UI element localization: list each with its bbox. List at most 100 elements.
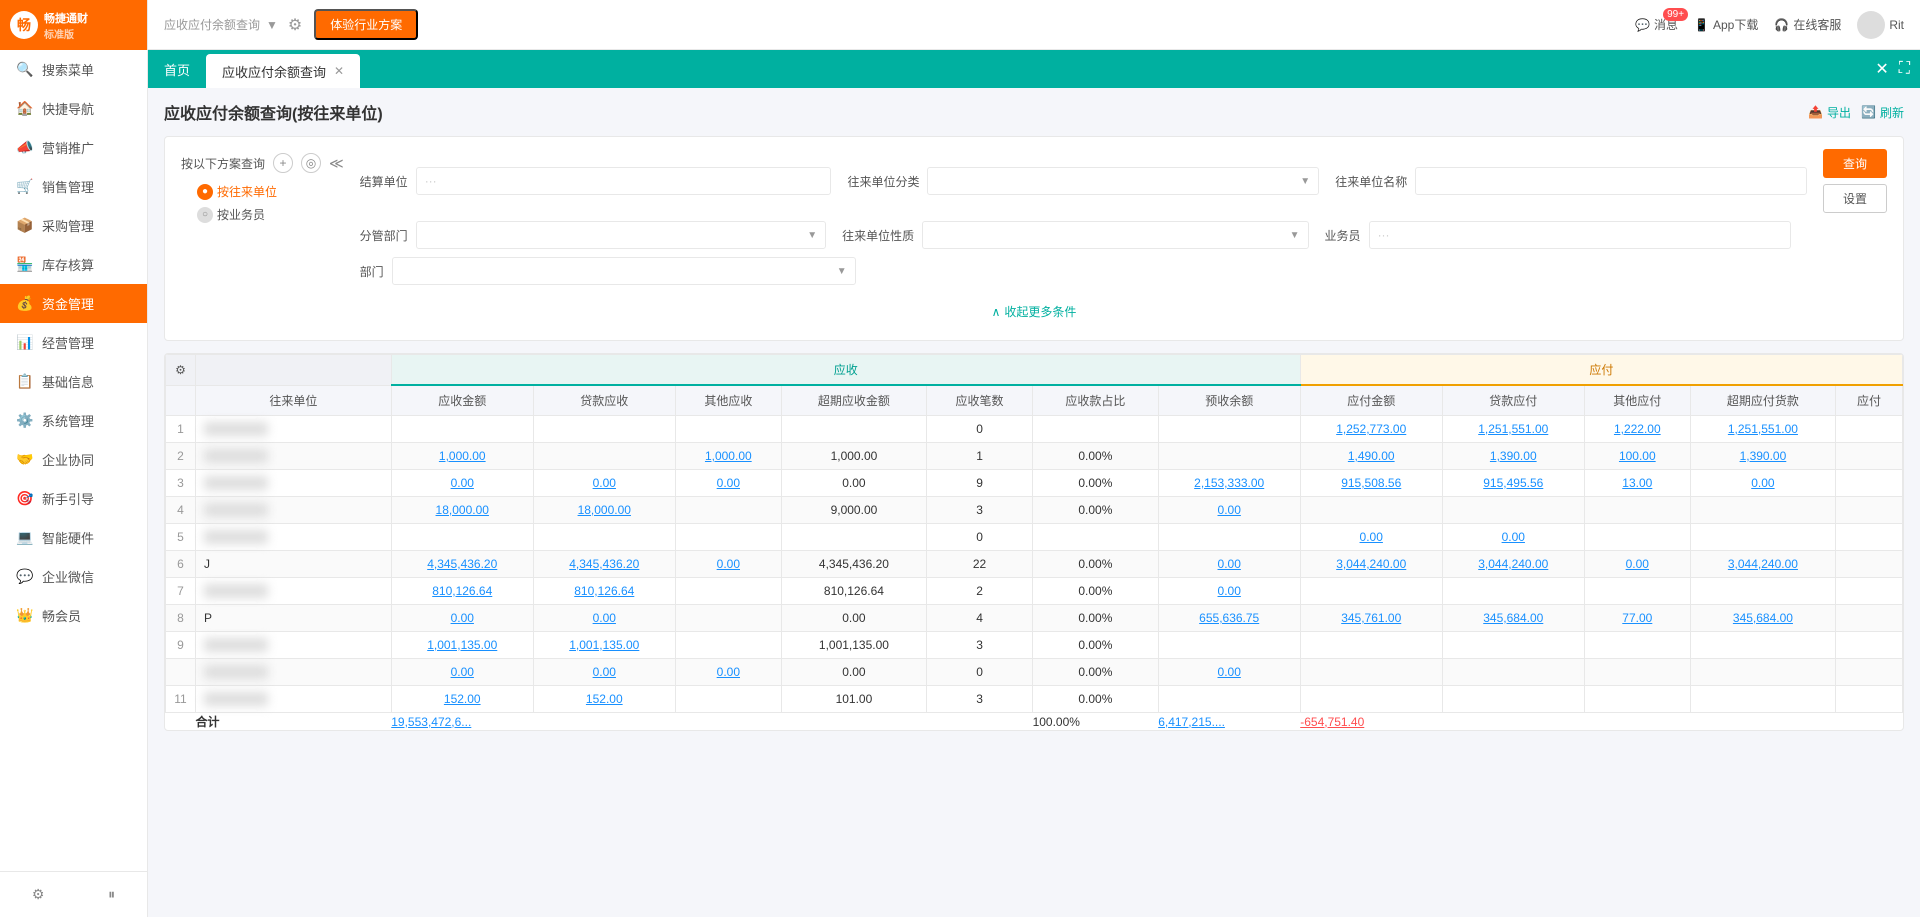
promo-button[interactable]: 体验行业方案 [314, 9, 418, 40]
table-cell[interactable]: 0.00 [533, 605, 675, 632]
table-cell[interactable]: 0.00 [1300, 524, 1442, 551]
table-cell[interactable]: 100.00 [1584, 443, 1690, 470]
settings-bottom-icon[interactable]: ⚙ [26, 880, 51, 909]
breadcrumb-dropdown-icon[interactable]: ▼ [266, 18, 278, 32]
table-cell[interactable]: 4,345,436.20 [391, 551, 533, 578]
table-cell[interactable]: 345,761.00 [1300, 605, 1442, 632]
table-cell[interactable]: 0.00 [1442, 524, 1584, 551]
table-cell[interactable]: 915,495.56 [1442, 470, 1584, 497]
sidebar-item-inventory[interactable]: 🏪 库存核算 [0, 245, 147, 284]
table-cell[interactable]: 1,222.00 [1584, 416, 1690, 443]
refresh-button[interactable]: 🔄 刷新 [1861, 104, 1904, 121]
table-cell[interactable]: 1,001,135.00 [533, 632, 675, 659]
filter-add-button[interactable]: + [273, 153, 293, 173]
table-cell[interactable]: 1,252,773.00 [1300, 416, 1442, 443]
table-cell[interactable]: 0.00 [675, 470, 781, 497]
sidebar-item-hardware[interactable]: 💻 智能硬件 [0, 518, 147, 557]
table-cell[interactable]: 0.00 [533, 659, 675, 686]
sidebar-item-purchase[interactable]: 📦 采购管理 [0, 206, 147, 245]
export-button[interactable]: 📤 导出 [1808, 104, 1851, 121]
settings-icon[interactable]: ⚙ [288, 15, 302, 35]
wanglai-category-select[interactable]: ▼ [927, 167, 1319, 195]
close-window-icon[interactable]: ✕ [1875, 59, 1888, 79]
scheme-yewuyuan[interactable]: ○ 按业务员 [197, 206, 344, 223]
table-cell[interactable]: 3,044,240.00 [1690, 551, 1835, 578]
fenguan-select[interactable]: ▼ [416, 221, 826, 249]
sidebar-item-member[interactable]: 👑 畅会员 [0, 596, 147, 635]
sidebar-item-quicknav[interactable]: 🏠 快捷导航 [0, 89, 147, 128]
total-yingfu[interactable]: -654,751.40 [1300, 713, 1442, 731]
sidebar-item-guide[interactable]: 🎯 新手引导 [0, 479, 147, 518]
table-cell[interactable]: 3,044,240.00 [1300, 551, 1442, 578]
sidebar-item-system[interactable]: ⚙️ 系统管理 [0, 401, 147, 440]
wanglai-nature-select[interactable]: ▼ [922, 221, 1308, 249]
table-cell[interactable]: 1,390.00 [1442, 443, 1584, 470]
filter-scheme-button[interactable]: ◎ [301, 153, 321, 173]
table-cell[interactable]: 0.00 [1158, 578, 1300, 605]
sidebar-item-basic[interactable]: 📋 基础信息 [0, 362, 147, 401]
table-cell[interactable]: 0.00 [675, 551, 781, 578]
table-cell[interactable]: 810,126.64 [391, 578, 533, 605]
wanglai-name-input[interactable] [1415, 167, 1807, 195]
table-cell[interactable]: 1,000.00 [391, 443, 533, 470]
table-cell[interactable]: 1,490.00 [1300, 443, 1442, 470]
sidebar-item-enterprise[interactable]: 🤝 企业协同 [0, 440, 147, 479]
table-cell[interactable]: 1,251,551.00 [1690, 416, 1835, 443]
sidebar-item-operation[interactable]: 📊 经营管理 [0, 323, 147, 362]
app-download-button[interactable]: 📱 App下载 [1694, 16, 1758, 33]
table-cell[interactable]: 915,508.56 [1300, 470, 1442, 497]
sidebar-item-sales[interactable]: 🛒 销售管理 [0, 167, 147, 206]
table-cell[interactable]: 3,044,240.00 [1442, 551, 1584, 578]
yewu-input[interactable]: ··· [1369, 221, 1791, 249]
table-cell[interactable]: 4,345,436.20 [533, 551, 675, 578]
table-settings-icon[interactable]: ⚙ [175, 363, 186, 377]
table-cell[interactable]: 152.00 [391, 686, 533, 713]
jiesuan-input[interactable]: ··· [416, 167, 832, 195]
table-cell[interactable]: 0.00 [391, 605, 533, 632]
table-cell[interactable]: 0.00 [1158, 551, 1300, 578]
table-cell[interactable]: 1,251,551.00 [1442, 416, 1584, 443]
table-cell[interactable]: 2,153,333.00 [1158, 470, 1300, 497]
query-button[interactable]: 查询 [1823, 149, 1887, 178]
messages-button[interactable]: 💬 消息 99+ [1635, 16, 1678, 33]
set-button[interactable]: 设置 [1823, 184, 1887, 213]
tab-balance[interactable]: 应收应付余额查询 ✕ [206, 54, 360, 88]
table-cell[interactable]: 0.00 [533, 470, 675, 497]
table-cell[interactable]: 810,126.64 [533, 578, 675, 605]
collapse-sidebar-icon[interactable]: ⏸ [102, 880, 121, 909]
table-cell[interactable]: 13.00 [1584, 470, 1690, 497]
dept-select[interactable]: ▼ [392, 257, 856, 285]
table-cell[interactable]: 18,000.00 [391, 497, 533, 524]
table-cell[interactable]: 1,000.00 [675, 443, 781, 470]
collapse-more-button[interactable]: ∧ 收起更多条件 [181, 295, 1887, 328]
maximize-icon[interactable]: ⛶ [1899, 60, 1910, 78]
sidebar-item-finance[interactable]: 💰 资金管理 [0, 284, 147, 323]
tab-home[interactable]: 首页 [148, 50, 206, 88]
table-cell[interactable]: 18,000.00 [533, 497, 675, 524]
table-cell[interactable]: 77.00 [1584, 605, 1690, 632]
tab-close-icon[interactable]: ✕ [334, 64, 344, 78]
table-cell[interactable]: 0.00 [1690, 470, 1835, 497]
table-row: 7XXXXXXXX810,126.64810,126.64810,126.642… [166, 578, 1903, 605]
sidebar-item-marketing[interactable]: 📣 营销推广 [0, 128, 147, 167]
online-service-button[interactable]: 🎧 在线客服 [1774, 16, 1841, 33]
user-avatar[interactable]: Rit [1857, 11, 1904, 39]
sidebar-item-search[interactable]: 🔍 搜索菜单 [0, 50, 147, 89]
filter-collapse-button[interactable]: ≪ [329, 155, 344, 172]
table-cell[interactable]: 0.00 [675, 659, 781, 686]
table-cell[interactable]: 0.00 [1158, 659, 1300, 686]
table-cell[interactable]: 345,684.00 [1690, 605, 1835, 632]
total-yingshou[interactable]: 19,553,472,6... [391, 713, 533, 731]
table-cell[interactable]: 655,636.75 [1158, 605, 1300, 632]
total-yushou[interactable]: 6,417,215.... [1158, 713, 1300, 731]
table-cell[interactable]: 0.00 [1158, 497, 1300, 524]
table-cell[interactable]: 0.00 [391, 470, 533, 497]
scheme-wanglai[interactable]: ● 按往来单位 [197, 183, 344, 200]
table-cell[interactable]: 345,684.00 [1442, 605, 1584, 632]
table-cell[interactable]: 1,001,135.00 [391, 632, 533, 659]
sidebar-item-wechat[interactable]: 💬 企业微信 [0, 557, 147, 596]
table-cell[interactable]: 152.00 [533, 686, 675, 713]
table-cell[interactable]: 0.00 [1584, 551, 1690, 578]
table-cell[interactable]: 1,390.00 [1690, 443, 1835, 470]
table-cell[interactable]: 0.00 [391, 659, 533, 686]
